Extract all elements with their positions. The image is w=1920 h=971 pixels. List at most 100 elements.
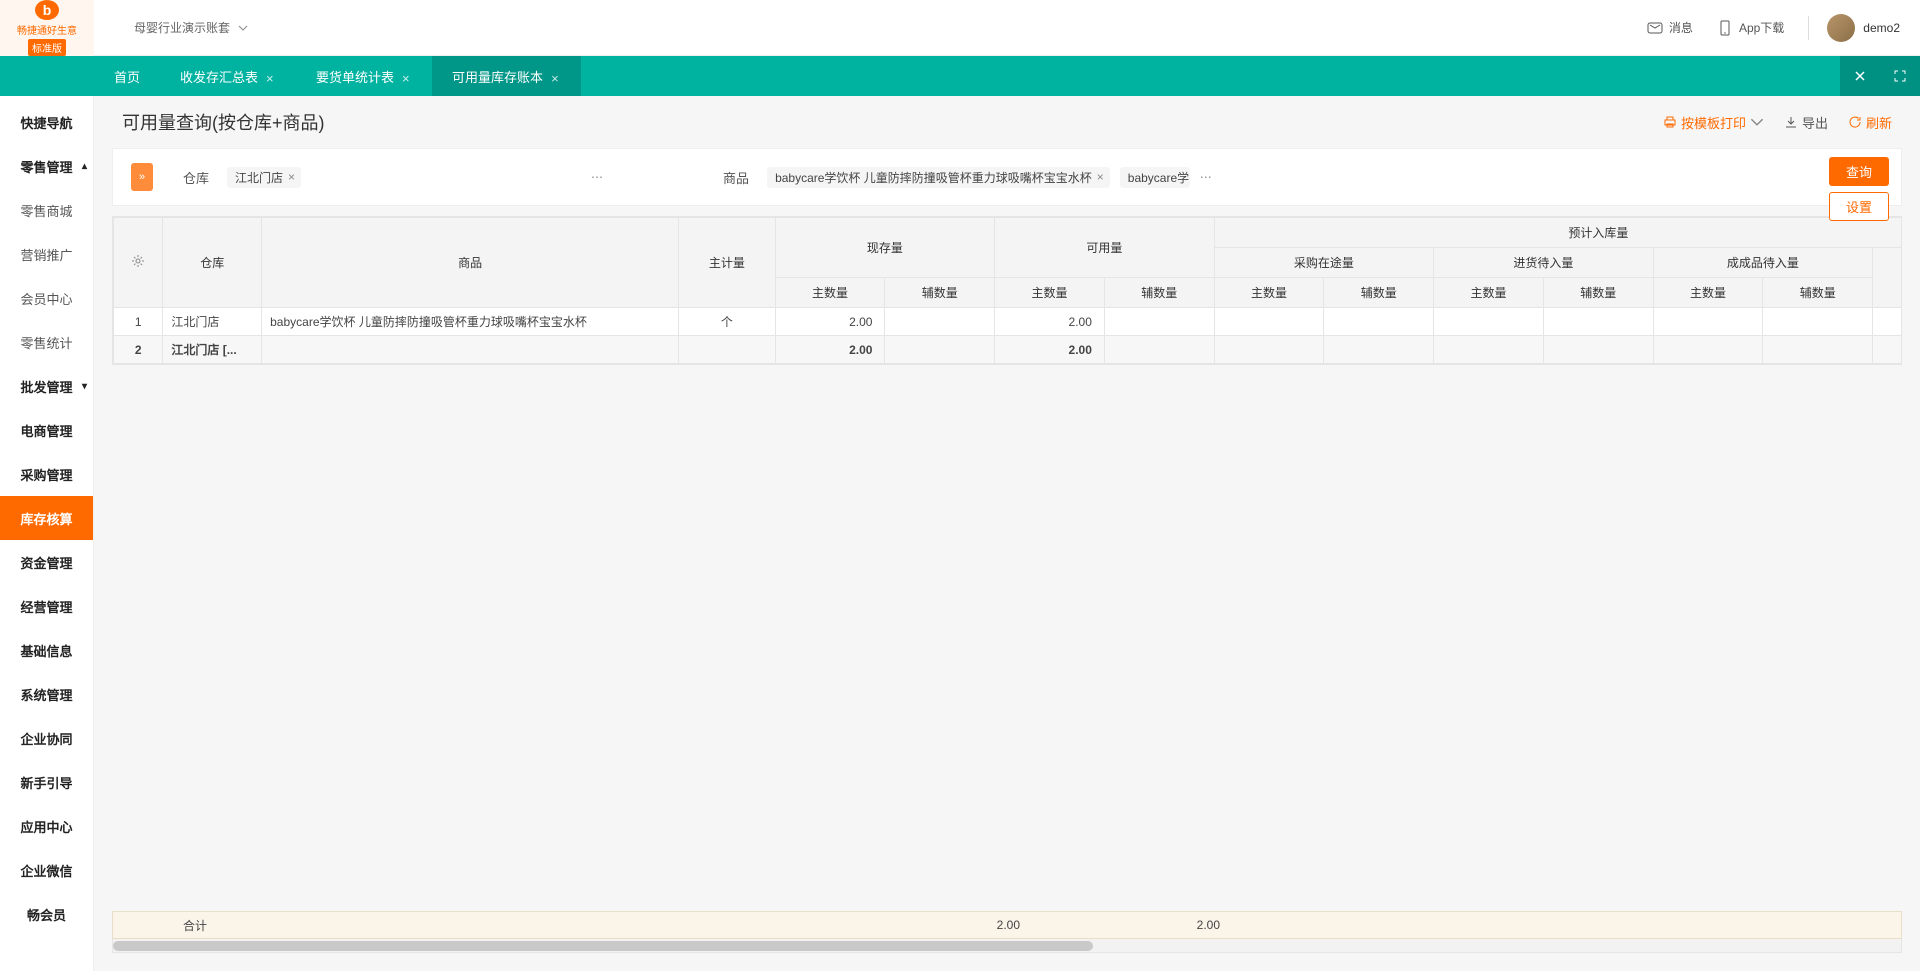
tab[interactable]: 收发存汇总表 × (160, 56, 296, 96)
sidebar-item[interactable]: 资金管理 (0, 540, 93, 584)
col-warehouse[interactable]: 仓库 (163, 218, 262, 308)
tab-label: 收发存汇总表 (180, 67, 258, 86)
avatar[interactable] (1827, 14, 1855, 42)
gear-icon (131, 254, 145, 268)
close-icon[interactable]: × (402, 71, 412, 81)
page-title: 可用量查询(按仓库+商品) (122, 109, 325, 135)
tab[interactable]: 要货单统计表× (296, 56, 432, 96)
col-stock-main[interactable]: 主数量 (775, 278, 885, 308)
table-row[interactable]: 1 江北门店 babycare学饮杯 儿童防摔防撞吸管杯重力球吸嘴杯宝宝水杯 个… (114, 308, 1903, 336)
sidebar-item[interactable]: 批发管理▾ (0, 364, 93, 408)
col-expected-in[interactable]: 预计入库量 (1214, 218, 1902, 248)
scrollbar-thumb[interactable] (113, 941, 1093, 951)
sidebar-item[interactable]: 基础信息 (0, 628, 93, 672)
close-all-tabs-button[interactable] (1840, 56, 1880, 96)
subtotal-row[interactable]: 2 江北门店 [... 2.00 2.00 (114, 336, 1903, 364)
row-avail-aux (1104, 308, 1214, 336)
product-tags: babycare学饮杯 儿童防摔防撞吸管杯重力球吸嘴杯宝宝水杯 × babyca… (767, 167, 1196, 188)
col-pi-aux[interactable]: 辅数量 (1543, 278, 1653, 308)
subtotal-stock-main: 2.00 (775, 336, 885, 364)
sidebar-item[interactable]: 应用中心 (0, 804, 93, 848)
col-purchase-transit[interactable]: 采购在途量 (1214, 248, 1433, 278)
page-header: 可用量查询(按仓库+商品) 按模板打印 导出 刷新 (94, 96, 1920, 148)
sidebar-item[interactable]: 零售管理▴ (0, 144, 93, 188)
sidebar-item[interactable]: 企业微信 (0, 848, 93, 892)
sidebar-item[interactable]: 系统管理 (0, 672, 93, 716)
warehouse-more-button[interactable]: ⋯ (591, 170, 603, 184)
account-selector[interactable]: 母婴行业演示账套 (134, 19, 248, 36)
tabs-controls (1840, 56, 1920, 96)
warehouse-tag[interactable]: 江北门店 × (227, 167, 301, 188)
col-fp-aux[interactable]: 辅数量 (1763, 278, 1873, 308)
col-stock-aux[interactable]: 辅数量 (885, 278, 995, 308)
tab[interactable]: 首页 (94, 56, 160, 96)
sidebar-item[interactable]: 企业协同 (0, 716, 93, 760)
sidebar-item[interactable]: 零售统计 (0, 320, 93, 364)
phone-icon (1717, 20, 1733, 36)
sidebar-item[interactable]: 营销推广 (0, 232, 93, 276)
sidebar-item[interactable]: 快捷导航 (0, 100, 93, 144)
sidebar-item[interactable]: 采购管理 (0, 452, 93, 496)
username[interactable]: demo2 (1863, 21, 1900, 35)
col-pi-main[interactable]: 主数量 (1434, 278, 1544, 308)
fullscreen-button[interactable] (1880, 56, 1920, 96)
product-tag-text: babycare学 (1128, 169, 1189, 186)
logo-mark: b (35, 0, 59, 20)
product-tag[interactable]: babycare学饮杯 儿童防摔防撞吸管杯重力球吸嘴杯宝宝水杯 × (767, 167, 1110, 188)
col-pt-main[interactable]: 主数量 (1214, 278, 1324, 308)
separator (1808, 16, 1809, 40)
refresh-icon (1848, 115, 1862, 129)
sidebar-item[interactable]: 零售商城 (0, 188, 93, 232)
collapse-filter-button[interactable]: » (131, 163, 153, 191)
print-template-button[interactable]: 按模板打印 (1663, 113, 1764, 132)
col-unit[interactable]: 主计量 (679, 218, 776, 308)
top-header: b 畅捷通好生意 标准版 母婴行业演示账套 消息 App下载 demo2 (0, 0, 1920, 56)
col-extra[interactable] (1873, 248, 1902, 308)
subtotal-avail-main: 2.00 (995, 336, 1105, 364)
tab-label: 可用量库存账本 (452, 67, 543, 86)
message-button[interactable]: 消息 (1647, 19, 1693, 36)
col-avail-aux[interactable]: 辅数量 (1104, 278, 1214, 308)
remove-tag-icon[interactable]: × (1097, 170, 1104, 184)
chevron-icon: ▾ (82, 381, 87, 392)
table-body: 1 江北门店 babycare学饮杯 儿童防摔防撞吸管杯重力球吸嘴杯宝宝水杯 个… (114, 308, 1903, 364)
remove-tag-icon[interactable]: × (288, 170, 295, 184)
col-pending-in[interactable]: 进货待入量 (1434, 248, 1653, 278)
query-button[interactable]: 查询 (1829, 157, 1889, 186)
sidebar-item[interactable]: 经营管理 (0, 584, 93, 628)
chevron-down-icon (238, 23, 248, 33)
close-icon (1854, 70, 1866, 82)
col-avail-main[interactable]: 主数量 (995, 278, 1105, 308)
printer-icon (1663, 115, 1677, 129)
results-table: 仓库 商品 主计量 现存量 可用量 预计入库量 采购在途量 进货待入量 成成品待… (112, 216, 1902, 365)
total-stock-main: 2.00 (293, 918, 1040, 932)
col-fp-main[interactable]: 主数量 (1653, 278, 1763, 308)
row-stock-aux (885, 308, 995, 336)
close-icon[interactable]: × (551, 71, 561, 81)
tab[interactable]: 可用量库存账本 × (432, 56, 581, 96)
account-name: 母婴行业演示账套 (134, 19, 230, 36)
col-available[interactable]: 可用量 (995, 218, 1214, 278)
close-icon[interactable]: × (266, 71, 276, 81)
horizontal-scrollbar[interactable] (112, 939, 1902, 953)
sidebar-item[interactable]: 会员中心 (0, 276, 93, 320)
main-content: 可用量查询(按仓库+商品) 按模板打印 导出 刷新 » 仓库 江北门店 × ⋯ (94, 96, 1920, 971)
total-row: 合计 2.00 2.00 (112, 911, 1902, 939)
product-more-button[interactable]: ⋯ (1200, 170, 1212, 184)
logo-brand: 畅捷通好生意 (17, 22, 77, 37)
sidebar-item[interactable]: 库存核算 (0, 496, 93, 540)
col-stock[interactable]: 现存量 (775, 218, 994, 278)
gear-column[interactable] (114, 218, 163, 308)
export-button[interactable]: 导出 (1784, 113, 1828, 132)
sidebar-item[interactable]: 新手引导 (0, 760, 93, 804)
settings-button[interactable]: 设置 (1829, 192, 1889, 221)
product-tag[interactable]: babycare学 (1120, 167, 1190, 188)
col-finished-pending[interactable]: 成成品待入量 (1653, 248, 1872, 278)
col-pt-aux[interactable]: 辅数量 (1324, 278, 1434, 308)
sidebar-item[interactable]: 电商管理 (0, 408, 93, 452)
logo-edition: 标准版 (28, 39, 66, 56)
refresh-button[interactable]: 刷新 (1848, 113, 1892, 132)
sidebar-item[interactable]: 畅会员 (0, 892, 93, 936)
app-download-button[interactable]: App下载 (1717, 19, 1784, 36)
col-product[interactable]: 商品 (262, 218, 679, 308)
